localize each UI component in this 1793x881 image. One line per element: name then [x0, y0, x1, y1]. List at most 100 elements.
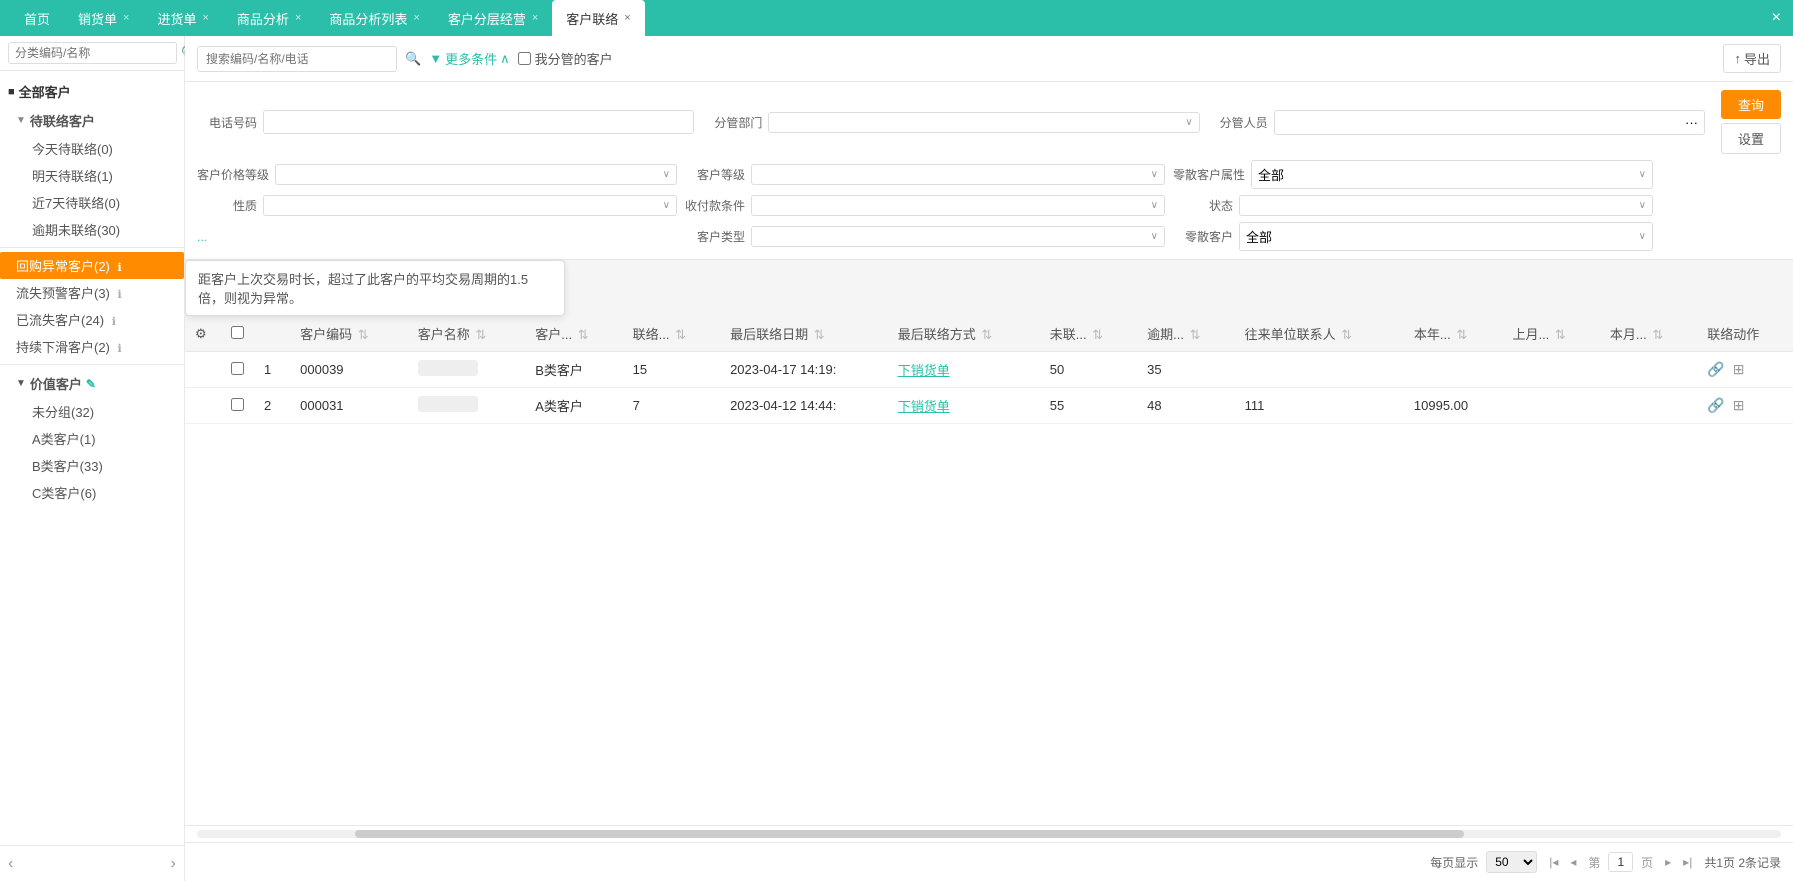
- sidebar-item-today[interactable]: 今天待联络(0): [8, 135, 184, 162]
- col-name[interactable]: 客户名称 ⇅: [408, 316, 526, 352]
- col-last-method[interactable]: 最后联络方式 ⇅: [888, 316, 1040, 352]
- col-last-month[interactable]: 上月... ⇅: [1502, 316, 1599, 352]
- filter-nature: 性质 ∨: [197, 195, 677, 216]
- sidebar-all-customers[interactable]: ■ 全部客户: [0, 77, 184, 106]
- sidebar-item-unclassified[interactable]: 未分组(32): [8, 398, 184, 425]
- filter-nature-select[interactable]: ∨: [263, 195, 677, 216]
- method-link[interactable]: 下销货单: [898, 363, 950, 378]
- nav-product-list[interactable]: 商品分析列表 ×: [315, 0, 433, 36]
- horizontal-scrollbar[interactable]: [197, 830, 1781, 838]
- nav-customer-contact-close[interactable]: ×: [624, 12, 630, 24]
- filter-price-level: 客户价格等级 ∨: [197, 164, 677, 185]
- sidebar-item-lost-warning[interactable]: 流失预警客户(3) ℹ: [0, 279, 184, 306]
- filter-price-level-select[interactable]: ∨: [275, 164, 677, 185]
- col-contact-person[interactable]: 往来单位联系人 ⇅: [1235, 316, 1404, 352]
- search-input[interactable]: [197, 46, 397, 72]
- nav-product-analysis-close[interactable]: ×: [295, 12, 301, 24]
- filter-person-select[interactable]: ···: [1274, 110, 1705, 135]
- col-code[interactable]: 客户编码 ⇅: [290, 316, 408, 352]
- nav-sales[interactable]: 销货单 ×: [64, 0, 143, 36]
- sidebar-item-declining[interactable]: 持续下滑客户(2) ℹ: [0, 333, 184, 360]
- filter-customer-type-select[interactable]: ∨: [751, 226, 1165, 247]
- more-filter-button[interactable]: ▼ 更多条件 ∧: [429, 49, 509, 68]
- sidebar-scroll-right[interactable]: ›: [171, 855, 176, 873]
- col-customer-type[interactable]: 客户... ⇅: [525, 316, 622, 352]
- col-last-date[interactable]: 最后联络日期 ⇅: [720, 316, 888, 352]
- nav-purchase[interactable]: 进货单 ×: [143, 0, 222, 36]
- scroll-thumb[interactable]: [355, 830, 1464, 838]
- next-page-button[interactable]: ▸: [1661, 853, 1675, 871]
- sidebar-item-already-lost[interactable]: 已流失客户(24) ℹ: [0, 306, 184, 333]
- pending-group-label[interactable]: ▼ 待联络客户: [8, 106, 184, 135]
- nav-product-analysis[interactable]: 商品分析 ×: [223, 0, 315, 36]
- sidebar-item-b-class[interactable]: B类客户(33): [8, 452, 184, 479]
- current-page-input[interactable]: 1: [1608, 852, 1633, 872]
- sidebar-search-input[interactable]: [8, 42, 177, 64]
- page-label: 第: [1584, 852, 1604, 873]
- row-checkbox[interactable]: [231, 362, 244, 375]
- cell-last-method[interactable]: 下销货单: [888, 388, 1040, 424]
- col-overdue[interactable]: 逾期... ⇅: [1137, 316, 1234, 352]
- sidebar-item-7days[interactable]: 近7天待联络(0): [8, 189, 184, 216]
- nav-sales-close[interactable]: ×: [123, 12, 129, 24]
- value-group-label[interactable]: ▼ 价值客户 ✎: [8, 369, 184, 398]
- sidebar-scroll-left[interactable]: ‹: [8, 855, 13, 873]
- per-page-select[interactable]: 50 100 200: [1486, 851, 1537, 873]
- filter-retail-customer-select[interactable]: 全部 ∨: [1239, 222, 1653, 251]
- value-edit-icon[interactable]: ✎: [86, 377, 96, 391]
- filter-customer-type: 客户类型 ∨: [685, 226, 1165, 247]
- row-checkbox[interactable]: [231, 398, 244, 411]
- query-button[interactable]: 查询: [1721, 90, 1781, 119]
- action-menu-icon[interactable]: ⊞: [1733, 397, 1745, 414]
- col-unread[interactable]: 未联... ⇅: [1040, 316, 1137, 352]
- nav-purchase-close[interactable]: ×: [202, 12, 208, 24]
- action-menu-icon[interactable]: ⊞: [1733, 361, 1745, 378]
- last-page-button[interactable]: ▸|: [1679, 853, 1696, 871]
- cell-type: A类客户: [525, 388, 622, 424]
- sidebar-item-overdue[interactable]: 逾期未联络(30): [8, 216, 184, 243]
- nav-customer-tier[interactable]: 客户分层经营 ×: [434, 0, 552, 36]
- search-button[interactable]: 🔍: [405, 51, 421, 67]
- filter-customer-level-select[interactable]: ∨: [751, 164, 1165, 185]
- cell-last-method[interactable]: 下销货单: [888, 352, 1040, 388]
- col-this-year[interactable]: 本年... ⇅: [1404, 316, 1503, 352]
- cell-checkbox[interactable]: [221, 388, 254, 424]
- my-customer-checkbox[interactable]: [518, 52, 531, 65]
- export-button[interactable]: ↑ 导出: [1723, 44, 1781, 73]
- col-contact[interactable]: 联络... ⇅: [623, 316, 720, 352]
- nav-customer-contact[interactable]: 客户联络 ×: [552, 0, 644, 36]
- cell-settings: [185, 388, 221, 424]
- col-this-month[interactable]: 本月... ⇅: [1600, 316, 1697, 352]
- cell-this-year: 10995.00: [1404, 388, 1503, 424]
- action-link-icon[interactable]: 🔗: [1707, 361, 1724, 378]
- retail-customer-arrow-icon: ∨: [1639, 231, 1646, 242]
- window-close-button[interactable]: ×: [1772, 9, 1781, 27]
- filter-retail-attr-select[interactable]: 全部 ∨: [1251, 160, 1653, 189]
- nav-home[interactable]: 首页: [10, 0, 64, 36]
- action-link-icon[interactable]: 🔗: [1707, 397, 1724, 414]
- sidebar-item-tomorrow[interactable]: 明天待联络(1): [8, 162, 184, 189]
- filter-phone-input[interactable]: [263, 110, 694, 134]
- sidebar-item-repurchase[interactable]: 回购异常客户(2) ℹ: [0, 252, 184, 279]
- first-page-button[interactable]: |◂: [1545, 853, 1562, 871]
- sidebar-item-a-class[interactable]: A类客户(1): [8, 425, 184, 452]
- filter-status-select[interactable]: ∨: [1239, 195, 1653, 216]
- nav-product-list-close[interactable]: ×: [413, 12, 419, 24]
- method-link[interactable]: 下销货单: [898, 399, 950, 414]
- filter-dept-select[interactable]: ∨: [768, 112, 1199, 133]
- prev-page-button[interactable]: ◂: [1566, 853, 1580, 871]
- cell-unread: 55: [1040, 388, 1137, 424]
- sidebar-item-c-class[interactable]: C类客户(6): [8, 479, 184, 506]
- col-settings[interactable]: ⚙: [185, 316, 221, 352]
- select-all-checkbox[interactable]: [231, 326, 244, 339]
- cell-checkbox[interactable]: [221, 352, 254, 388]
- cell-contact: 7: [623, 388, 720, 424]
- table-area[interactable]: ⚙ 客户编码 ⇅ 客户名称 ⇅: [185, 316, 1793, 825]
- more-filter-link[interactable]: ...: [197, 230, 207, 244]
- settings-button[interactable]: 设置: [1721, 123, 1781, 154]
- filter-payment-select[interactable]: ∨: [751, 195, 1165, 216]
- table-row: 2 000031 A类客户 7 2023-04-12 14:44: 下销货单 5…: [185, 388, 1793, 424]
- nature-arrow-icon: ∨: [663, 200, 670, 211]
- nav-customer-tier-close[interactable]: ×: [532, 12, 538, 24]
- sort-method-icon: ⇅: [981, 327, 992, 342]
